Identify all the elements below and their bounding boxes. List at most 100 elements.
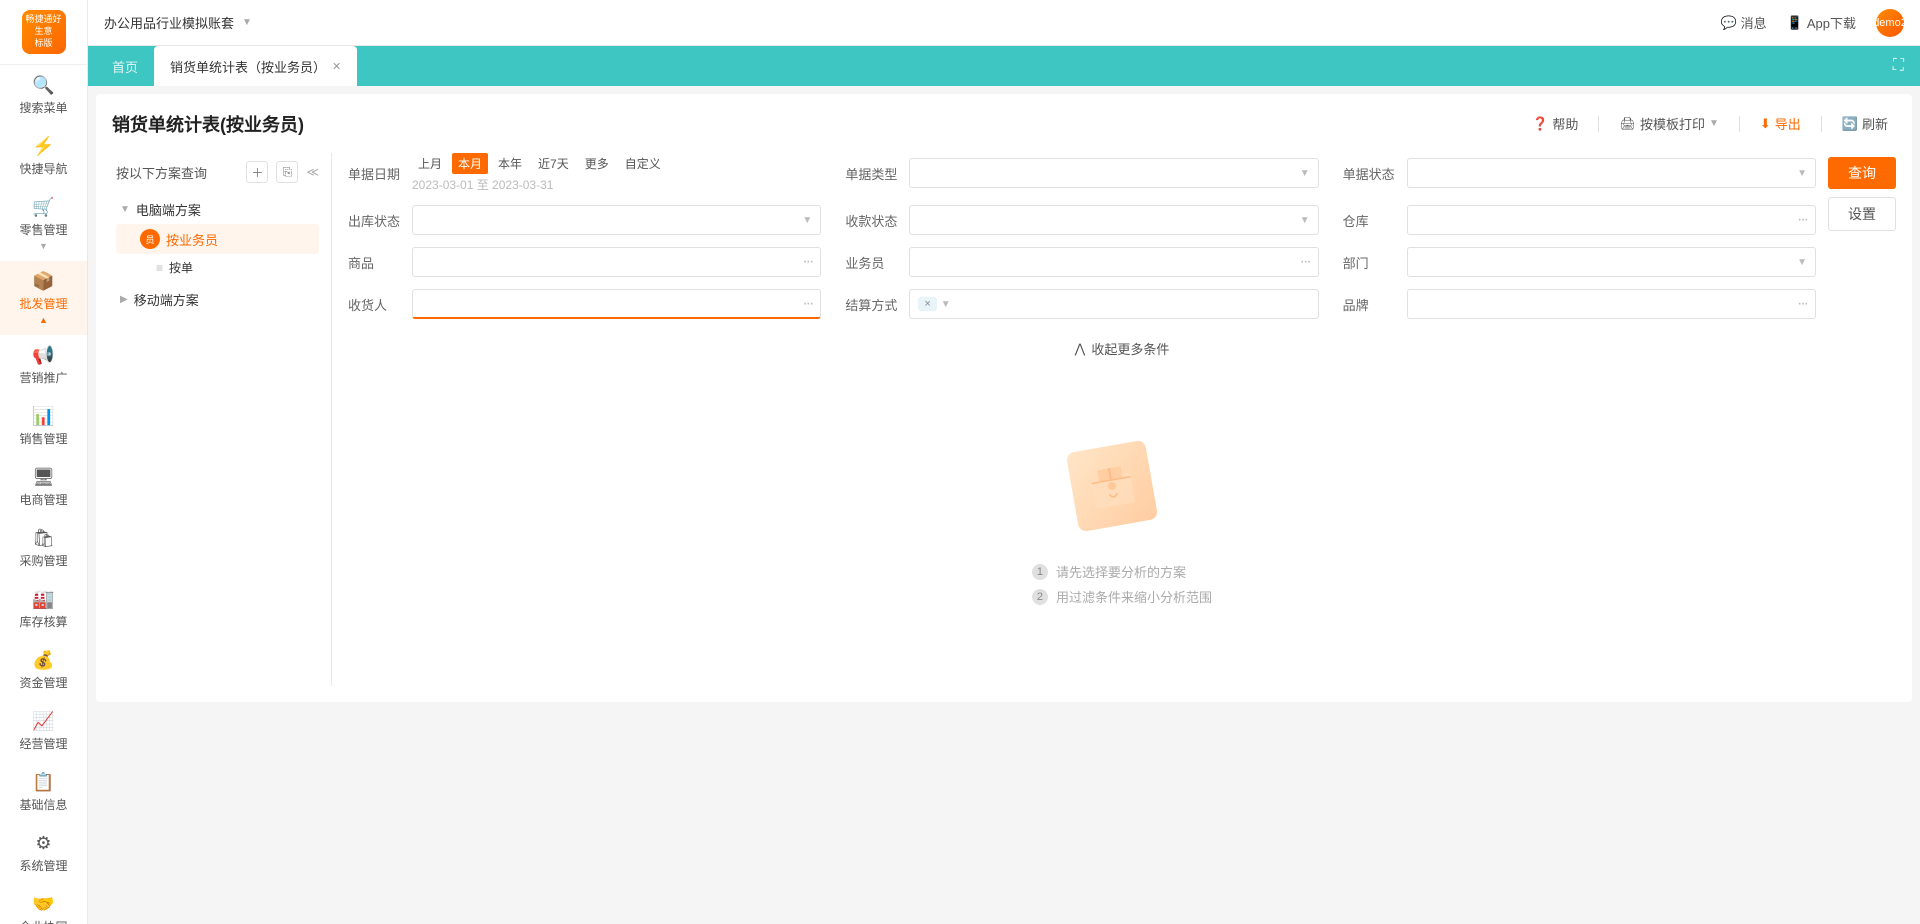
filter-outer: 单据日期 上月 本月 本年 近7天 更多 自定义 [348,153,1896,331]
brand-dots: ··· [1797,295,1807,313]
tree-group-desktop-header[interactable]: ▼ 电脑端方案 [116,195,319,224]
sidebar-item-marketing[interactable]: 📢 营销推广 [0,335,87,396]
sidebar-item-finance[interactable]: 💰 资金管理 [0,640,87,701]
tree-item-by-staff[interactable]: 员 按业务员 [116,224,319,254]
page-container: 销货单统计表(按业务员) ❓ 帮助 🖨 按模板打印 ▼ ⬇ [96,94,1912,702]
sidebar-item-purchase[interactable]: 🛍 采购管理 [0,518,87,579]
brand-select[interactable]: ··· [1407,289,1816,319]
date-tab-custom[interactable]: 自定义 [619,153,667,174]
tree-item-by-order[interactable]: ≡ 按单 [116,254,319,281]
doc-type-label: 单据类型 [845,164,901,183]
filter-row-2: 出库状态 ▼ 收款状态 [348,205,1816,235]
tab-maximize-btn[interactable]: ⛶ [1893,57,1920,75]
tree-group-mobile-header[interactable]: ▶ 移动端方案 [116,285,319,314]
query-button[interactable]: 查询 [1828,157,1896,189]
sidebar-item-system[interactable]: ⚙ 系统管理 [0,823,87,884]
date-tab-last-month[interactable]: 上月 [412,153,448,174]
inventory-icon: 🏭 [32,589,54,610]
doc-type-field-group: 单据类型 ▼ [845,158,1318,188]
filter-row-1: 单据日期 上月 本月 本年 近7天 更多 自定义 [348,153,1816,193]
user-label: demo2 [1873,17,1907,29]
date-tab-this-year[interactable]: 本年 [492,153,528,174]
receipt-status-select[interactable]: ▼ [909,205,1318,235]
template-print-label: 按模板打印 [1640,114,1705,133]
page-actions: ❓ 帮助 🖨 按模板打印 ▼ ⬇ 导出 [1524,110,1896,137]
export-icon: ⬇ [1760,116,1771,132]
sidebar-item-shortcut-label: 快捷导航 [19,160,67,177]
doc-status-select[interactable]: ▼ [1407,158,1816,188]
ecommerce-icon: 🖥 [32,467,55,488]
department-select[interactable]: ▼ [1407,247,1816,277]
filter-row-4: 收货人 ··· 结算方式 [348,289,1816,319]
help-icon: ❓ [1532,116,1548,132]
date-label: 单据日期 [348,164,404,183]
empty-state: 1 请先选择要分析的方案 2 用过滤条件来缩小分析范围 [348,366,1896,686]
top-header-right: 💬 消息 📱 App下载 demo2 [1720,9,1904,37]
doc-status-label: 单据状态 [1343,164,1399,183]
doc-type-select[interactable]: ▼ [909,158,1318,188]
copy-icon: ⎘ [283,165,293,180]
collapse-more-btn[interactable]: ⋀ 收起更多条件 [348,331,1896,366]
settings-button[interactable]: 设置 [1828,197,1896,231]
empty-box-svg [1077,451,1147,521]
settlement-field-group: 结算方式 × ▼ [845,289,1318,319]
sidebar-item-ecommerce[interactable]: 🖥 电商管理 [0,457,87,518]
copy-scheme-btn[interactable]: ⎘ [276,161,298,183]
panel-header: 按以下方案查询 ＋ ⎘ ≪ [112,153,323,191]
staff-label: 业务员 [845,253,901,272]
maximize-icon: ⛶ [1893,57,1904,74]
sidebar-item-enterprise[interactable]: 🤝 企业协同 [0,884,87,924]
tree-arrow-desktop: ▼ [120,204,130,215]
message-btn[interactable]: 💬 消息 [1720,13,1766,32]
top-header: 办公用品行业模拟账套 ▼ 💬 消息 📱 App下载 demo2 [88,0,1920,46]
sidebar-item-sales[interactable]: 📊 销售管理 [0,396,87,457]
sidebar-item-inventory[interactable]: 🏭 库存核算 [0,579,87,640]
app-download-btn[interactable]: 📱 App下载 [1787,13,1856,32]
tab-sales-stat[interactable]: 销货单统计表（按业务员） ✕ [154,46,357,86]
search-icon: 🔍 [32,75,54,96]
panel-icons: ＋ ⎘ ≪ [246,161,319,183]
sidebar-item-operation[interactable]: 📈 经营管理 [0,701,87,762]
app-download-label: App下载 [1807,13,1856,32]
divider-1 [1598,116,1599,132]
panel-collapse-btn[interactable]: ≪ [306,165,319,179]
wholesale-icon: 📦 [32,271,54,292]
help-btn[interactable]: ❓ 帮助 [1524,110,1586,137]
tab-close-icon[interactable]: ✕ [332,60,341,73]
date-tab-more[interactable]: 更多 [579,153,615,174]
print-icon: 🖨 [1619,116,1636,132]
out-status-select[interactable]: ▼ [412,205,821,235]
goods-select[interactable]: ··· [412,247,821,277]
sidebar-item-shortcut[interactable]: ⚡ 快捷导航 [0,126,87,187]
sidebar-item-retail[interactable]: 🛒 零售管理 ▼ [0,187,87,261]
out-status-arrow: ▼ [802,215,812,226]
sidebar-item-wholesale[interactable]: 📦 批发管理 ▲ [0,261,87,335]
warehouse-select[interactable]: ··· [1407,205,1816,235]
add-scheme-btn[interactable]: ＋ [246,161,268,183]
date-tab-this-month[interactable]: 本月 [452,153,488,174]
template-print-btn[interactable]: 🖨 按模板打印 ▼ [1611,110,1726,137]
date-tab-7days[interactable]: 近7天 [532,153,575,174]
refresh-btn[interactable]: 🔄 刷新 [1834,110,1896,137]
nav-dropdown-arrow[interactable]: ▼ [242,17,252,28]
settlement-tag-close[interactable]: × [924,298,930,310]
export-btn[interactable]: ⬇ 导出 [1752,110,1809,137]
sidebar-item-ecommerce-label: 电商管理 [19,491,67,508]
add-icon: ＋ [251,164,263,181]
user-avatar[interactable]: demo2 [1876,9,1904,37]
shortcut-icon: ⚡ [32,136,54,157]
sidebar-item-search[interactable]: 🔍 搜索菜单 [0,65,87,126]
consignee-input[interactable]: ··· [412,289,821,319]
content-area: 销货单统计表(按业务员) ❓ 帮助 🖨 按模板打印 ▼ ⬇ [88,86,1920,924]
settlement-select[interactable]: × ▼ [909,289,1318,319]
divider-2 [1739,116,1740,132]
tab-home[interactable]: 首页 [96,46,154,86]
receipt-status-arrow: ▼ [1300,215,1310,226]
staff-field-group: 业务员 ··· [845,247,1318,277]
print-dropdown-icon: ▼ [1709,118,1719,129]
staff-select[interactable]: ··· [909,247,1318,277]
date-tabs-row: 上月 本月 本年 近7天 更多 自定义 [412,153,821,174]
tree-sub-icon: ≡ [156,261,163,275]
sidebar-item-basic[interactable]: 📋 基础信息 [0,762,87,823]
receipt-status-label: 收款状态 [845,211,901,230]
